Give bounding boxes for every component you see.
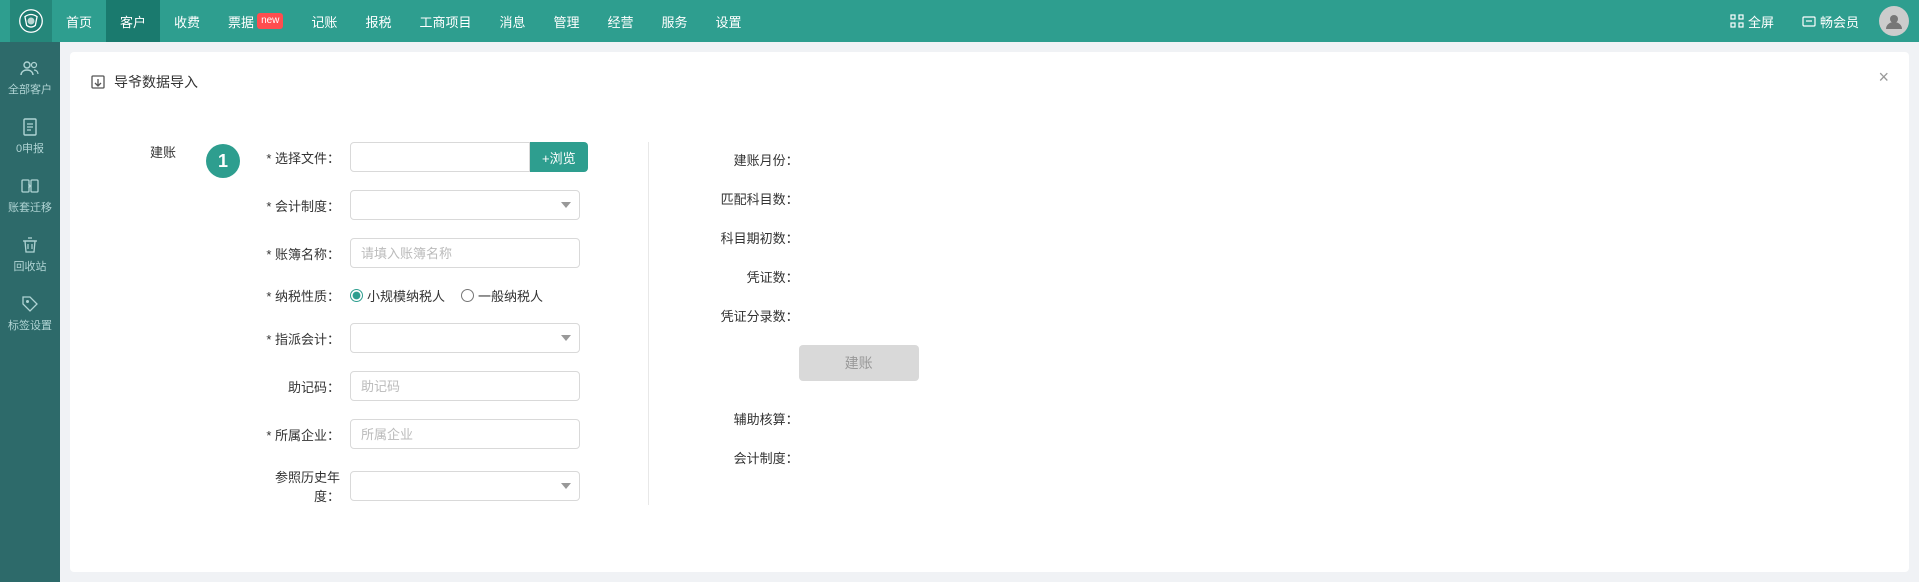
build-btn-area: 建账 xyxy=(709,345,1009,381)
migrate-icon xyxy=(20,176,40,196)
nav-home[interactable]: 首页 xyxy=(52,0,106,42)
tax-general-radio[interactable] xyxy=(461,289,474,302)
ledger-name-input[interactable] xyxy=(350,238,580,268)
app-logo xyxy=(10,0,52,42)
step-label: 建账 xyxy=(150,142,176,161)
company-row: * 所属企业： xyxy=(260,419,588,449)
nav-right-actions: 全屏 畅会员 xyxy=(1722,6,1909,36)
close-button[interactable]: × xyxy=(1878,68,1889,86)
accountant-row: * 指派会计： xyxy=(260,323,588,353)
file-label: * 选择文件： xyxy=(260,148,340,167)
sidebar-item-tags[interactable]: 标签设置 xyxy=(3,286,57,341)
import-icon xyxy=(90,74,106,90)
result-fenlv: 凭证分录数： xyxy=(709,306,1009,325)
result-label-4: 凭证分录数： xyxy=(709,306,799,325)
user-avatar[interactable] xyxy=(1879,6,1909,36)
result-label-6: 会计制度： xyxy=(709,448,799,467)
result-label-3: 凭证数： xyxy=(709,267,799,286)
nav-service[interactable]: 服务 xyxy=(648,0,702,42)
nav-fees[interactable]: 收费 xyxy=(160,0,214,42)
form-right-panel: 建账月份： 匹配科目数： 科目期初数： 凭证数： xyxy=(709,142,1009,505)
nav-customers[interactable]: 客户 xyxy=(106,0,160,42)
fullscreen-button[interactable]: 全屏 xyxy=(1722,8,1782,35)
result-qichu: 科目期初数： xyxy=(709,228,1009,247)
step-circle: 1 xyxy=(206,144,240,178)
left-sidebar: 全部客户 0申报 账套迁移 回收站 xyxy=(0,42,60,582)
company-label: * 所属企业： xyxy=(260,425,340,444)
file-input[interactable] xyxy=(350,142,530,172)
nav-messages[interactable]: 消息 xyxy=(485,0,539,42)
nav-manage[interactable]: 管理 xyxy=(539,0,593,42)
tax-type-row: * 纳税性质： 小规模纳税人 一般纳税人 xyxy=(260,286,588,305)
memo-row: 助记码： xyxy=(260,371,588,401)
tax-type-label: * 纳税性质： xyxy=(260,286,340,305)
page-header: 导爷数据导入 xyxy=(90,72,1889,92)
accounting-system-label: * 会计制度： xyxy=(260,196,340,215)
result-label-5: 辅助核算： xyxy=(709,409,799,428)
form-fields: * 选择文件： +浏览 * 会计制度： xyxy=(260,142,588,505)
result-pipei: 匹配科目数： xyxy=(709,189,1009,208)
tax-small-radio[interactable] xyxy=(350,289,363,302)
tax-general-label[interactable]: 一般纳税人 xyxy=(461,286,543,305)
ledger-name-row: * 账簿名称： xyxy=(260,238,588,268)
step-section: 建账 1 * 选择文件： +浏览 xyxy=(150,142,588,505)
tax-type-radio-group: 小规模纳税人 一般纳税人 xyxy=(350,286,543,305)
accounting-system-select[interactable] xyxy=(350,190,580,220)
users-icon xyxy=(20,58,40,78)
document-icon xyxy=(20,117,40,137)
page-title: 导爷数据导入 xyxy=(114,72,198,92)
top-navigation: 首页 客户 收费 票据 new 记账 报税 工商项目 消息 管理 经营 服务 设… xyxy=(0,0,1919,42)
accountant-label: * 指派会计： xyxy=(260,329,340,348)
nav-operation[interactable]: 经营 xyxy=(594,0,648,42)
result-label-2: 科目期初数： xyxy=(709,228,799,247)
file-input-row: +浏览 xyxy=(350,142,588,172)
result-fuzhu: 辅助核算： xyxy=(709,409,1009,428)
member-button[interactable]: 畅会员 xyxy=(1794,8,1867,35)
right-fields-2: 辅助核算： 会计制度： xyxy=(709,401,1009,467)
vertical-divider xyxy=(648,142,649,505)
member-icon xyxy=(1802,14,1816,28)
file-row: * 选择文件： +浏览 xyxy=(260,142,588,172)
nav-menu: 首页 客户 收费 票据 new 记账 报税 工商项目 消息 管理 经营 服务 设… xyxy=(52,0,1722,42)
history-year-row: 参照历史年度： xyxy=(260,467,588,505)
form-container: 建账 1 * 选择文件： +浏览 xyxy=(90,122,1889,525)
result-label-0: 建账月份： xyxy=(709,150,799,169)
browse-button[interactable]: +浏览 xyxy=(530,142,588,172)
accountant-select[interactable] xyxy=(350,323,580,353)
nav-tax[interactable]: 报税 xyxy=(351,0,405,42)
tag-icon xyxy=(20,294,40,314)
nav-bills[interactable]: 票据 new xyxy=(214,0,297,42)
main-content: 导爷数据导入 × 建账 1 * 选择文件： xyxy=(60,42,1919,582)
main-layout: 全部客户 0申报 账套迁移 回收站 xyxy=(0,42,1919,582)
tax-small-label[interactable]: 小规模纳税人 xyxy=(350,286,445,305)
memo-input[interactable] xyxy=(350,371,580,401)
nav-badge-new: new xyxy=(257,13,283,29)
company-input[interactable] xyxy=(350,419,580,449)
content-panel: 导爷数据导入 × 建账 1 * 选择文件： xyxy=(70,52,1909,572)
nav-settings[interactable]: 设置 xyxy=(702,0,756,42)
sidebar-item-migration[interactable]: 账套迁移 xyxy=(3,168,57,223)
trash-icon xyxy=(20,235,40,255)
nav-business[interactable]: 工商项目 xyxy=(405,0,485,42)
result-pingzheng: 凭证数： xyxy=(709,267,1009,286)
build-button[interactable]: 建账 xyxy=(799,345,919,381)
sidebar-item-recycle[interactable]: 回收站 xyxy=(3,227,57,282)
history-year-label: 参照历史年度： xyxy=(260,467,340,505)
nav-bookkeeping[interactable]: 记账 xyxy=(297,0,351,42)
result-kuaijizd: 会计制度： xyxy=(709,448,1009,467)
history-year-select[interactable] xyxy=(350,471,580,501)
accounting-system-row: * 会计制度： xyxy=(260,190,588,220)
form-left-panel: 建账 1 * 选择文件： +浏览 xyxy=(150,142,588,505)
right-fields: 建账月份： 匹配科目数： 科目期初数： 凭证数： xyxy=(709,142,1009,325)
sidebar-item-all-customers[interactable]: 全部客户 xyxy=(3,50,57,105)
fullscreen-icon xyxy=(1730,14,1744,28)
ledger-name-label: * 账簿名称： xyxy=(260,244,340,263)
result-label-1: 匹配科目数： xyxy=(709,189,799,208)
sidebar-item-zero-declaration[interactable]: 0申报 xyxy=(3,109,57,164)
memo-label: 助记码： xyxy=(260,377,340,396)
result-jianzhangyuefen: 建账月份： xyxy=(709,150,1009,169)
